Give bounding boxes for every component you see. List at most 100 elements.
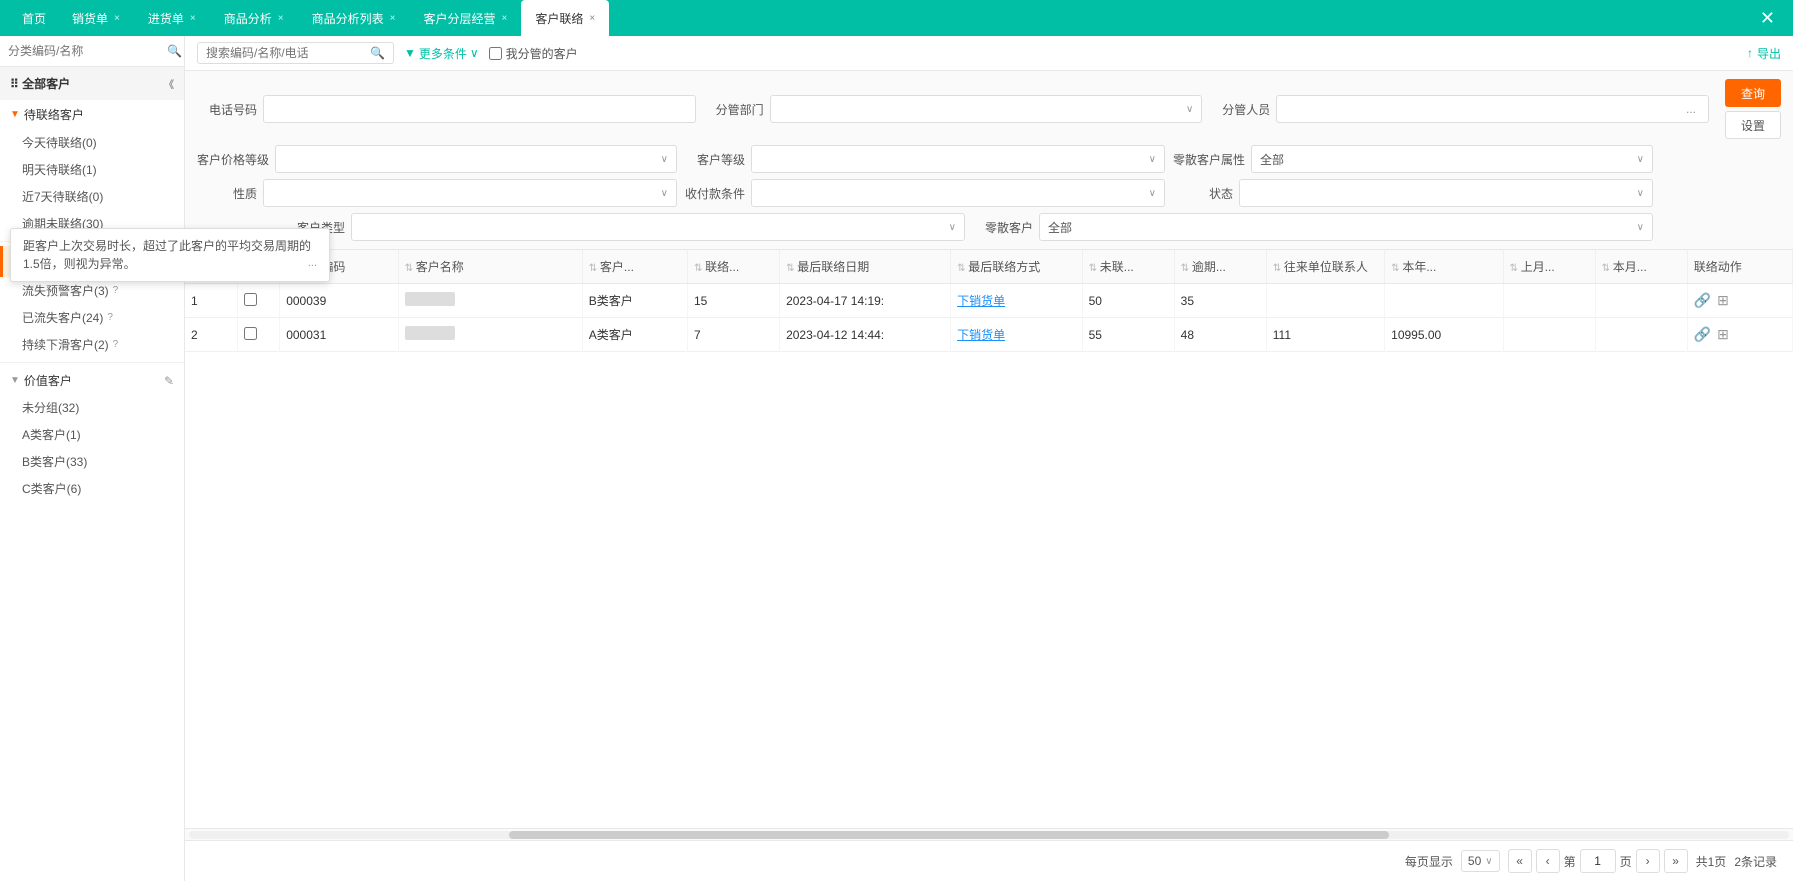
sidebar-collapse-icon[interactable]: 《 <box>164 76 174 91</box>
my-customers-checkbox[interactable] <box>489 47 502 60</box>
info-icon-lost-warning[interactable]: ? <box>113 285 119 296</box>
filter-select-dept[interactable]: ∨ <box>770 95 1203 123</box>
horizontal-scrollbar-area <box>185 828 1793 840</box>
sidebar-value-group-label: 价值客户 <box>24 372 72 389</box>
nav-tab-purchase[interactable]: 进货单 × <box>134 0 210 36</box>
row1-grid-icon[interactable]: ⊞ <box>1717 292 1729 309</box>
filter-row-1: 电话号码 分管部门 ∨ 分管人员 ... <box>197 79 1781 139</box>
col-type-header[interactable]: 客户... <box>582 250 687 284</box>
sidebar-item-lost[interactable]: 已流失客户(24) ? <box>0 304 184 331</box>
sidebar-value-group-header[interactable]: ▼ 价值客户 ✎ <box>0 367 184 394</box>
row2-overdue: 48 <box>1174 318 1266 352</box>
nav-tab-analysis-close[interactable]: × <box>278 13 284 24</box>
nav-tab-customer-contact[interactable]: 客户联络 × <box>521 0 609 36</box>
sidebar-item-7days[interactable]: 近7天待联络(0) <box>0 183 184 210</box>
filter-select-price-level[interactable]: ∨ <box>275 145 677 173</box>
export-button[interactable]: ↑ 导出 <box>1747 45 1781 62</box>
sidebar-item-declining[interactable]: 持续下滑客户(2) ? <box>0 331 184 358</box>
page-label: 第 <box>1564 853 1576 870</box>
row2-grid-icon[interactable]: ⊞ <box>1717 326 1729 343</box>
col-thisyear-header[interactable]: 本年... <box>1385 250 1503 284</box>
filter-label-price-level: 客户价格等级 <box>197 151 269 168</box>
filter-select-ctype[interactable]: ∨ <box>351 213 965 241</box>
filter-select-payment[interactable]: ∨ <box>751 179 1165 207</box>
sidebar-item-unclassified[interactable]: 未分组(32) <box>0 394 184 421</box>
row1-name-blurred <box>405 292 455 306</box>
page-prev-button[interactable]: ‹ <box>1536 849 1560 873</box>
total-pages: 共1页 <box>1696 853 1727 870</box>
col-lastdate-header[interactable]: 最后联络日期 <box>780 250 951 284</box>
row2-lastway-link[interactable]: 下销货单 <box>957 328 1005 342</box>
row1-link-icon[interactable]: 🔗 <box>1694 292 1711 309</box>
settings-button[interactable]: 设置 <box>1725 111 1781 139</box>
sidebar-item-today[interactable]: 今天待联络(0) <box>0 129 184 156</box>
col-overdue-header[interactable]: 逾期... <box>1174 250 1266 284</box>
horizontal-scrollbar-thumb[interactable] <box>509 831 1389 839</box>
page-next-button[interactable]: › <box>1636 849 1660 873</box>
sidebar-search-input[interactable] <box>8 44 163 58</box>
nav-tab-customer-contact-close[interactable]: × <box>589 13 595 24</box>
filter-input-phone[interactable] <box>263 95 696 123</box>
per-page-select[interactable]: 50 ∨ <box>1461 850 1500 872</box>
row2-actions: 🔗 ⊞ <box>1687 318 1792 352</box>
nav-tab-home[interactable]: 首页 <box>10 0 58 36</box>
nav-tab-sales[interactable]: 销货单 × <box>58 0 134 36</box>
query-button[interactable]: 查询 <box>1725 79 1781 107</box>
sidebar-item-class-a[interactable]: A类客户(1) <box>0 421 184 448</box>
filter-status-caret: ∨ <box>1637 188 1644 199</box>
filter-search-icon[interactable]: 🔍 <box>370 46 385 60</box>
nav-tab-analysis[interactable]: 商品分析 × <box>210 0 298 36</box>
page-last-button[interactable]: » <box>1664 849 1688 873</box>
col-contact-header[interactable]: 联络... <box>687 250 779 284</box>
row2-link-icon[interactable]: 🔗 <box>1694 326 1711 343</box>
my-customers-label: 我分管的客户 <box>506 45 578 62</box>
row1-contact: 15 <box>687 284 779 318</box>
filter-select-status[interactable]: ∨ <box>1239 179 1653 207</box>
filter-search-input[interactable] <box>206 46 366 60</box>
nav-tab-sales-close[interactable]: × <box>114 13 120 24</box>
nav-tab-analysis-list-close[interactable]: × <box>390 13 396 24</box>
filter-select-retail[interactable]: 全部 ∨ <box>1039 213 1653 241</box>
col-thismonth-header[interactable]: 本月... <box>1595 250 1687 284</box>
filter-label-payment: 收付款条件 <box>685 185 745 202</box>
row1-checkbox[interactable] <box>238 284 280 318</box>
row2-select-checkbox[interactable] <box>244 327 257 340</box>
nav-tab-analysis-label: 商品分析 <box>224 10 272 27</box>
col-lastmonth-header[interactable]: 上月... <box>1503 250 1595 284</box>
filter-payment-caret: ∨ <box>1149 188 1156 199</box>
row2-checkbox[interactable] <box>238 318 280 352</box>
row1-lastway-link[interactable]: 下销货单 <box>957 294 1005 308</box>
info-icon-lost[interactable]: ? <box>107 312 113 323</box>
row1-select-checkbox[interactable] <box>244 293 257 306</box>
col-name-header[interactable]: 客户名称 <box>398 250 582 284</box>
page-number-input[interactable] <box>1580 849 1616 873</box>
filter-select-retail-attr[interactable]: 全部 ∨ <box>1251 145 1653 173</box>
info-icon-declining[interactable]: ? <box>113 339 119 350</box>
nav-tab-customer-tier-close[interactable]: × <box>501 13 507 24</box>
nav-tab-analysis-list[interactable]: 商品分析列表 × <box>298 0 410 36</box>
sidebar-search-icon[interactable]: 🔍 <box>167 44 182 58</box>
nav-tab-purchase-close[interactable]: × <box>190 13 196 24</box>
sidebar-item-class-b[interactable]: B类客户(33) <box>0 448 184 475</box>
sidebar-item-class-c[interactable]: C类客户(6) <box>0 475 184 502</box>
tooltip-dots[interactable]: ... <box>308 255 317 272</box>
page-first-button[interactable]: « <box>1508 849 1532 873</box>
nav-tab-customer-tier[interactable]: 客户分层经营 × <box>409 0 521 36</box>
sidebar-value-group-edit-icon[interactable]: ✎ <box>164 374 174 388</box>
filter-more-conditions[interactable]: ▼ 更多条件 ∨ <box>404 45 479 62</box>
filter-select-customer-level[interactable]: ∨ <box>751 145 1165 173</box>
sidebar-item-tomorrow[interactable]: 明天待联络(1) <box>0 156 184 183</box>
window-close-button[interactable]: ✕ <box>1752 8 1783 29</box>
filter-select-person[interactable]: ... <box>1276 95 1709 123</box>
col-lastway-header[interactable]: 最后联络方式 <box>951 250 1083 284</box>
filter-select-nature[interactable]: ∨ <box>263 179 677 207</box>
row2-action-buttons: 🔗 ⊞ <box>1694 326 1786 343</box>
my-customers-filter[interactable]: 我分管的客户 <box>489 45 578 62</box>
col-uncontact-header[interactable]: 未联... <box>1082 250 1174 284</box>
filter-person-dots[interactable]: ... <box>1686 102 1696 116</box>
sidebar-group-pending-header[interactable]: ▼ 待联络客户 <box>0 100 184 129</box>
advanced-filter: 电话号码 分管部门 ∨ 分管人员 ... <box>185 71 1793 250</box>
col-unitperson-label: 往来单位联系人 <box>1284 260 1368 274</box>
sidebar-all-customers[interactable]: ⠿ 全部客户 《 <box>0 67 184 100</box>
col-unitperson-header[interactable]: 往来单位联系人 <box>1266 250 1384 284</box>
